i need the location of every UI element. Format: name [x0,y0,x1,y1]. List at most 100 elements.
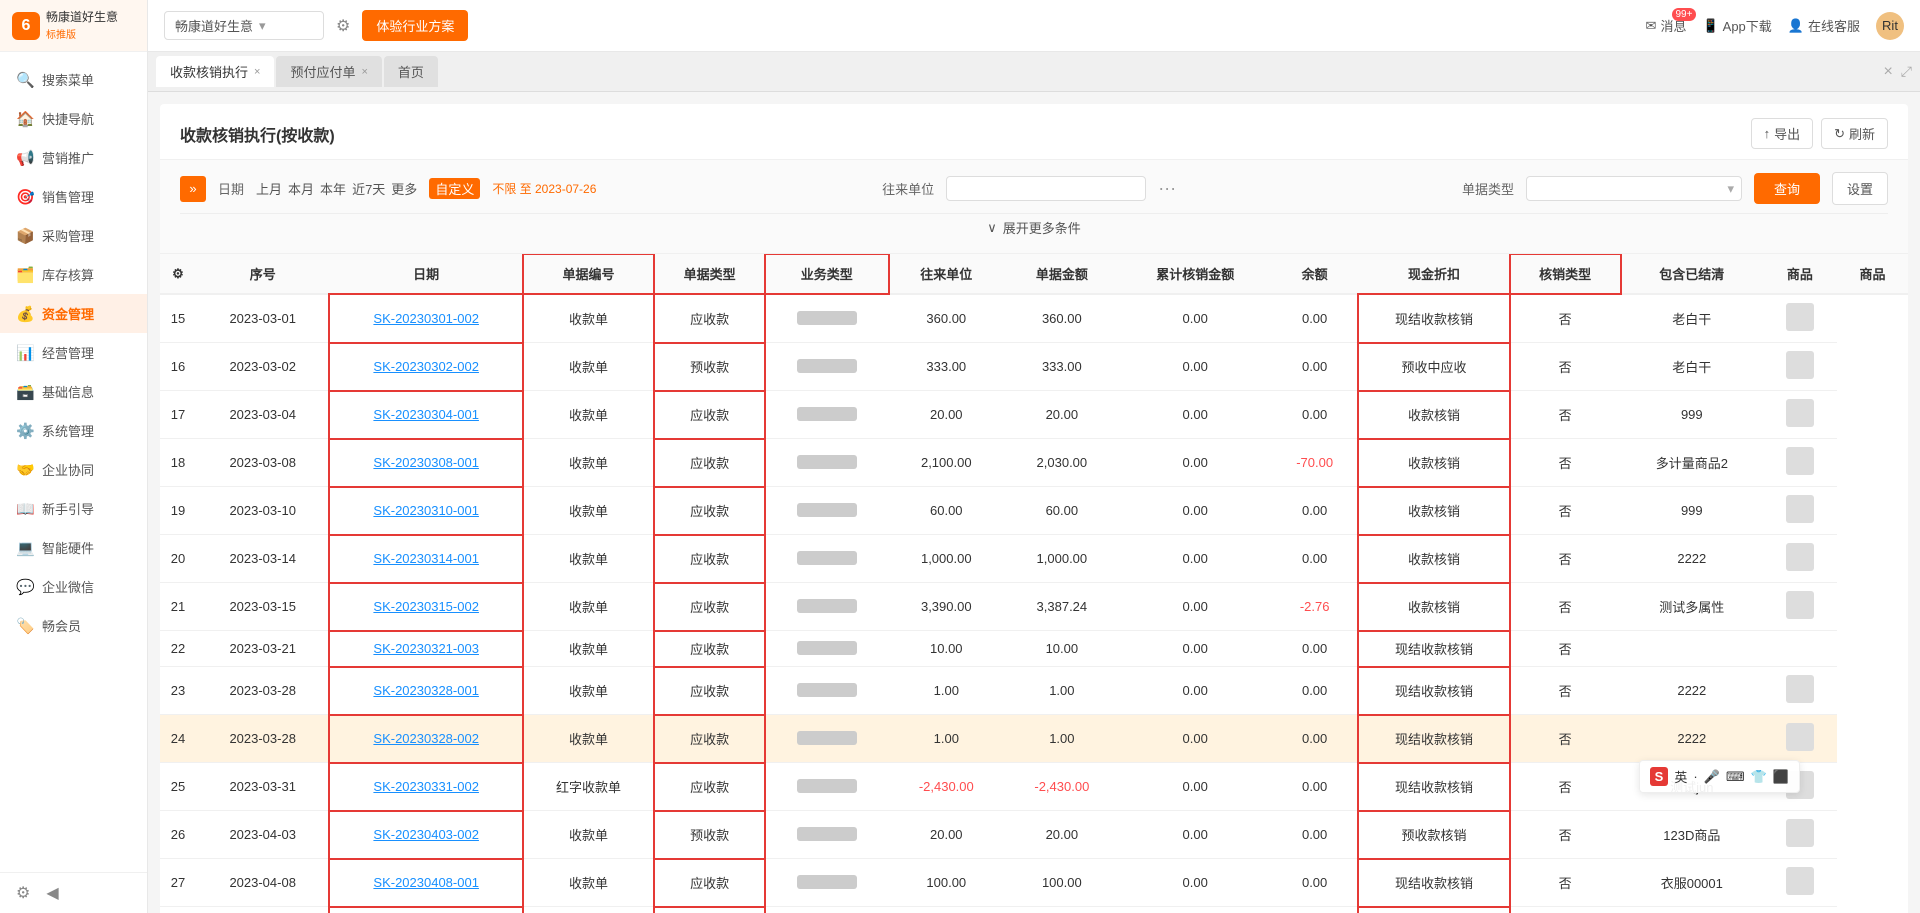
sidebar-item-search[interactable]: 🔍搜索菜单 [0,60,147,99]
cell-voucher-no[interactable]: SK-20230308-001 [329,439,523,487]
notification-button[interactable]: ✉ 消息 99+ [1646,16,1687,35]
cell-biz-type: 应收款 [654,667,765,715]
user-avatar[interactable]: Rit [1876,12,1904,40]
date-link-上月[interactable]: 上月 [256,179,282,198]
settings-button[interactable]: 设置 [1832,172,1888,205]
partner-input[interactable] [946,176,1146,201]
sidebar-item-sales[interactable]: 🎯销售管理 [0,177,147,216]
sidebar-item-marketing[interactable]: 📢营销推广 [0,138,147,177]
cell-product-image [1763,294,1837,343]
sidebar-item-enterprise[interactable]: 🤝企业协同 [0,450,147,489]
cell-writeoff-total: 60.00 [1004,487,1120,535]
cell-voucher-no[interactable]: SK-20230310-001 [329,487,523,535]
cell-include-settled: 否 [1510,487,1621,535]
watermark-shirt-icon: 👕 [1751,769,1767,785]
refresh-button[interactable]: ↻ 刷新 [1821,118,1888,149]
cell-voucher-no[interactable]: SK-20230314-001 [329,535,523,583]
cell-product-image [1763,535,1837,583]
sidebar-item-member[interactable]: 🏷️畅会员 [0,606,147,645]
cell-voucher-no[interactable]: SK-20230315-002 [329,583,523,631]
sidebar-item-quicknav[interactable]: 🏠快捷导航 [0,99,147,138]
cell-partner: ██████ [765,294,888,343]
cell-balance: 0.00 [1120,294,1271,343]
cell-voucher-no[interactable]: SK-20230328-002 [329,715,523,763]
window-close-icon[interactable]: × [1883,63,1892,81]
cell-no: 19 [160,487,196,535]
cell-writeoff-type: 收款核销 [1358,487,1509,535]
solution-button[interactable]: 体验行业方案 [362,10,468,41]
cell-voucher-no[interactable]: SK-20230403-002 [329,811,523,859]
col-header-voucher_no: 单据编号 [523,254,654,294]
col-header-writeoff_total: 累计核销金额 [1120,254,1271,294]
cell-date: 2023-03-08 [196,439,329,487]
sidebar-item-hardware[interactable]: 💻智能硬件 [0,528,147,567]
cell-voucher-no[interactable]: SK-20230301-002 [329,294,523,343]
cell-voucher-no[interactable]: SK-20230328-001 [329,667,523,715]
tab-close-collection[interactable]: × [254,66,260,78]
watermark-overlay: S 英 · 🎤 ⌨ 👕 ⬛ [1639,760,1800,793]
expand-more-label: 展开更多条件 [1003,218,1081,237]
partner-label: 往来单位 [882,179,934,198]
tab-collection[interactable]: 收款核销执行× [156,56,274,87]
cell-voucher-no[interactable]: SK-20230408-001 [329,859,523,907]
date-custom-link[interactable]: 自定义 [429,178,480,199]
cell-date: 2023-03-15 [196,583,329,631]
cell-cash-discount: 0.00 [1271,859,1359,907]
sidebar-item-purchase[interactable]: 📦采购管理 [0,216,147,255]
hardware-icon: 💻 [16,539,34,557]
cell-product: 衣服00001 [1621,859,1763,907]
cell-voucher-no[interactable]: SK-20230304-001 [329,391,523,439]
collapse-icon[interactable]: ◀ [46,883,58,903]
voucher-type-input[interactable] [1526,176,1742,201]
cell-no: 23 [160,667,196,715]
sidebar-item-wechat[interactable]: 💬企业微信 [0,567,147,606]
sidebar-item-finance[interactable]: 💰资金管理 [0,294,147,333]
cell-partner: ██████ [765,667,888,715]
date-link-更多[interactable]: 更多 [391,179,417,198]
query-button[interactable]: 查询 [1754,173,1820,204]
gear-icon[interactable]: ⚙ [336,16,350,36]
filter-expand-button[interactable]: » [180,176,206,202]
cell-balance: 0.00 [1120,907,1271,913]
settings-icon[interactable]: ⚙ [16,883,30,903]
tab-close-prepay[interactable]: × [361,66,367,78]
col-settings[interactable]: ⚙ [160,254,196,294]
cell-amount: 20.00 [889,391,1005,439]
cell-voucher-no[interactable]: SK-20230321-003 [329,631,523,667]
cell-biz-type: 应收款 [654,715,765,763]
more-filters-dots[interactable]: ··· [1158,178,1176,199]
cell-biz-type: 应收款 [654,294,765,343]
cell-product-image [1763,715,1837,763]
cell-no: 18 [160,439,196,487]
date-link-本年[interactable]: 本年 [320,179,346,198]
cell-product-image [1763,811,1837,859]
cell-voucher-no[interactable]: SK-20230302-002 [329,343,523,391]
cell-date: 2023-04-18 [196,907,329,913]
sidebar-item-system[interactable]: ⚙️系统管理 [0,411,147,450]
cell-include-settled: 否 [1510,294,1621,343]
sidebar-item-operations[interactable]: 📊经营管理 [0,333,147,372]
cell-date: 2023-03-31 [196,763,329,811]
date-link-近7天[interactable]: 近7天 [352,179,385,198]
expand-more-row[interactable]: ∨ 展开更多条件 [180,213,1888,241]
online-support-button[interactable]: 👤 在线客服 [1788,16,1860,35]
sidebar-item-guide[interactable]: 📖新手引导 [0,489,147,528]
cell-voucher-no[interactable]: SK-20230331-002 [329,763,523,811]
tab-prepay[interactable]: 预付应付单× [276,56,381,87]
cell-voucher-no[interactable]: SK-20230418-001 [329,907,523,913]
export-button[interactable]: ↑ 导出 [1751,118,1814,149]
date-link-本月[interactable]: 本月 [288,179,314,198]
col-header-amount: 单据金额 [1004,254,1120,294]
window-expand-icon[interactable]: ⤢ [1901,63,1912,80]
workspace-selector[interactable]: 畅康道好生意 ▾ [164,11,324,40]
sidebar-item-basic[interactable]: 🗃️基础信息 [0,372,147,411]
sidebar-item-label: 经营管理 [42,343,94,362]
sidebar-item-inventory[interactable]: 🗂️库存核算 [0,255,147,294]
cell-amount: 333.00 [889,343,1005,391]
app-download-button[interactable]: 📱 App下载 [1702,16,1771,35]
cell-cash-discount: 0.00 [1271,535,1359,583]
col-header-cash_discount: 现金折扣 [1358,254,1509,294]
tab-home[interactable]: 首页 [384,56,438,87]
sidebar-item-label: 新手引导 [42,499,94,518]
cell-biz-type: 预收款 [654,811,765,859]
